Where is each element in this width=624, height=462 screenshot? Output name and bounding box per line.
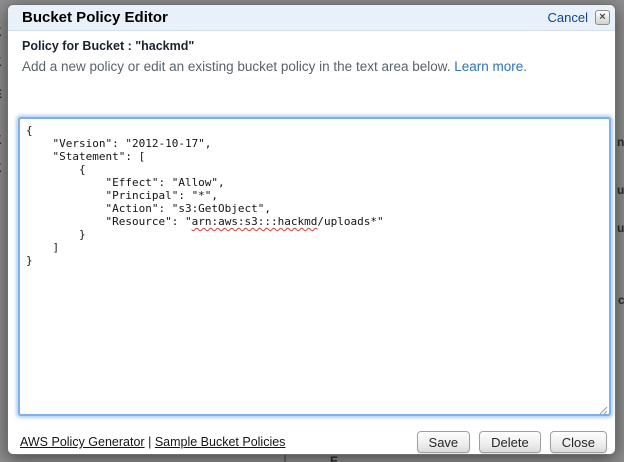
background-text-fragment: u bbox=[617, 222, 624, 234]
delete-button[interactable]: Delete bbox=[479, 431, 541, 453]
link-separator: | bbox=[148, 435, 151, 449]
dialog-header: Bucket Policy Editor Cancel × bbox=[8, 5, 615, 31]
policy-for-bucket-label: Policy for Bucket : "hackmd" bbox=[22, 39, 194, 53]
save-button[interactable]: Save bbox=[417, 431, 471, 453]
background-text-fragment: u bbox=[617, 184, 624, 196]
background-text-fragment: n bbox=[617, 136, 624, 148]
dialog-title: Bucket Policy Editor bbox=[22, 9, 168, 26]
screen: K K E K Kn u u c E Bucket Policy Editor Cancel ×… bbox=[0, 0, 624, 462]
learn-more-link[interactable]: Learn more. bbox=[454, 59, 527, 74]
dialog-description: Add a new policy or edit an existing buc… bbox=[22, 59, 527, 74]
background-text-fragment: K bbox=[0, 26, 2, 38]
background-text-fragment: E bbox=[330, 455, 338, 462]
dialog-button-row: Save Delete Close bbox=[417, 431, 607, 453]
cancel-link[interactable]: Cancel bbox=[548, 10, 588, 25]
background-text-fragment: E bbox=[0, 88, 2, 100]
bucket-policy-editor-dialog: Bucket Policy Editor Cancel × Policy for… bbox=[7, 4, 616, 455]
policy-editor-textarea[interactable]: { "Version": "2012-10-17", "Statement": … bbox=[18, 117, 611, 416]
aws-policy-generator-link[interactable]: AWS Policy Generator bbox=[20, 435, 145, 449]
background-text-fragment: c bbox=[618, 294, 624, 306]
resize-handle-icon[interactable] bbox=[597, 402, 608, 413]
background-text-fragment: K bbox=[0, 162, 2, 174]
footer-links: AWS Policy Generator | Sample Bucket Pol… bbox=[20, 435, 285, 449]
policy-text: { "Version": "2012-10-17", "Statement": … bbox=[26, 124, 603, 267]
close-icon[interactable]: × bbox=[595, 10, 610, 25]
sample-bucket-policies-link[interactable]: Sample Bucket Policies bbox=[155, 435, 286, 449]
background-text-fragment: K bbox=[0, 56, 2, 68]
background-text-fragment: K bbox=[0, 134, 2, 146]
close-button[interactable]: Close bbox=[550, 431, 607, 453]
description-text: Add a new policy or edit an existing buc… bbox=[22, 59, 451, 74]
